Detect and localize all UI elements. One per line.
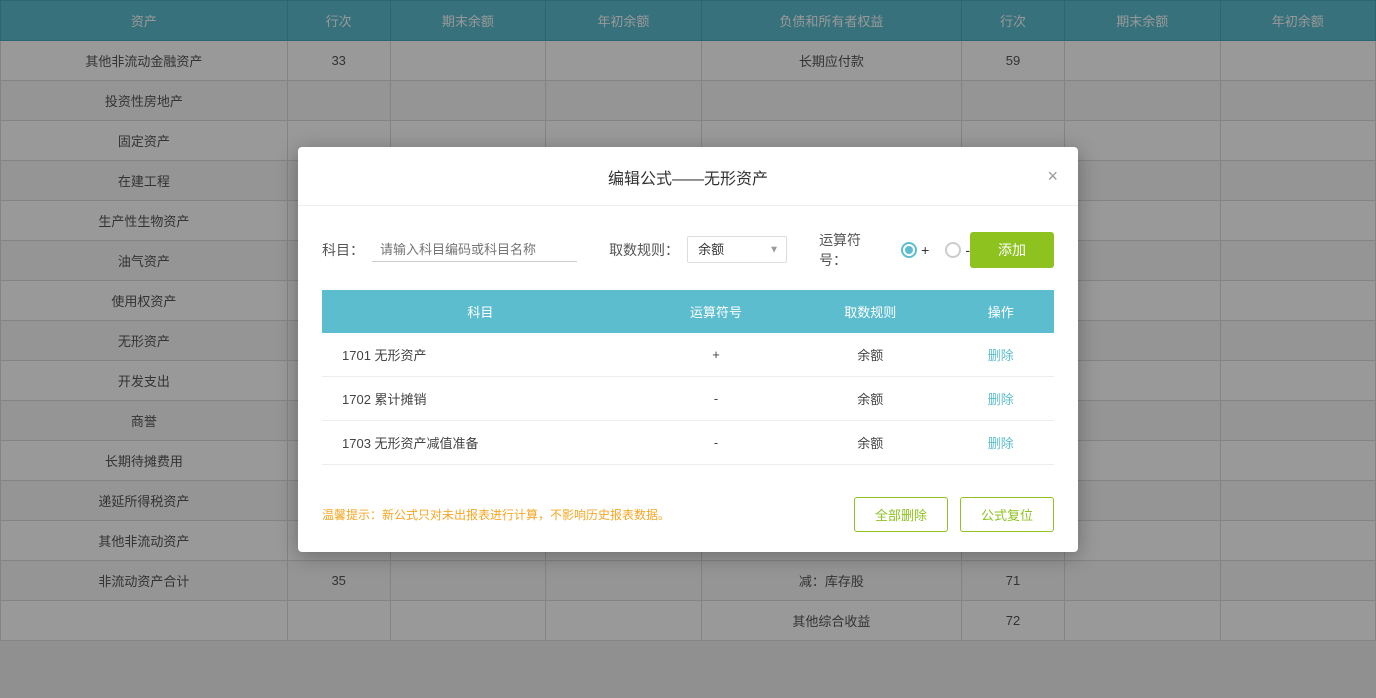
add-button[interactable]: 添加	[970, 232, 1054, 268]
modal-overlay: 编辑公式——无形资产 × 科目： 取数规则： 余额借方发生额贷方发生额借方余额贷…	[0, 0, 1376, 698]
rule-select[interactable]: 余额借方发生额贷方发生额借方余额贷方余额	[687, 236, 787, 263]
subject-input[interactable]	[372, 238, 577, 262]
formula-rule: 余额	[793, 376, 947, 420]
edit-formula-modal: 编辑公式——无形资产 × 科目： 取数规则： 余额借方发生额贷方发生额借方余额贷…	[298, 147, 1078, 552]
formula-action: 删除	[947, 376, 1054, 420]
table-row: 1703 无形资产减值准备-余额 删除	[322, 420, 1054, 464]
reset-formula-button[interactable]: 公式复位	[960, 497, 1054, 532]
table-row: 1701 无形资产+余额 删除	[322, 333, 1054, 377]
radio-minus-circle	[945, 242, 961, 258]
formula-operator: +	[639, 333, 793, 377]
footer-tip: 温馨提示：新公式只对未出报表进行计算，不影响历史报表数据。	[322, 506, 854, 523]
delete-all-button[interactable]: 全部删除	[854, 497, 948, 532]
radio-plus[interactable]: +	[901, 242, 929, 258]
modal-footer: 温馨提示：新公式只对未出报表进行计算，不影响历史报表数据。 全部删除 公式复位	[298, 481, 1078, 552]
formula-action: 删除	[947, 333, 1054, 377]
delete-row-button[interactable]: 删除	[988, 348, 1014, 363]
formula-table: 科目 运算符号 取数规则 操作 1701 无形资产+余额删除1702 累计摊销-…	[322, 290, 1054, 465]
th-action: 操作	[947, 290, 1054, 333]
radio-minus[interactable]: -	[945, 242, 970, 258]
formula-subject: 1703 无形资产减值准备	[322, 420, 639, 464]
th-subject: 科目	[322, 290, 639, 333]
th-operator: 运算符号	[639, 290, 793, 333]
subject-label: 科目：	[322, 240, 364, 260]
delete-row-button[interactable]: 删除	[988, 392, 1014, 407]
formula-rule: 余额	[793, 420, 947, 464]
delete-row-button[interactable]: 删除	[988, 436, 1014, 451]
modal-title: 编辑公式——无形资产	[608, 171, 768, 188]
formula-operator: -	[639, 420, 793, 464]
rule-section: 取数规则： 余额借方发生额贷方发生额借方余额贷方余额 ▼	[609, 236, 787, 263]
modal-close-button[interactable]: ×	[1043, 163, 1062, 189]
radio-plus-circle	[901, 242, 917, 258]
formula-rule: 余额	[793, 333, 947, 377]
formula-subject: 1702 累计摊销	[322, 376, 639, 420]
form-row: 科目： 取数规则： 余额借方发生额贷方发生额借方余额贷方余额 ▼ 运算符号： +	[322, 230, 1054, 270]
table-row: 1702 累计摊销-余额 删除	[322, 376, 1054, 420]
footer-actions: 全部删除 公式复位	[854, 497, 1054, 532]
rule-select-wrapper: 余额借方发生额贷方发生额借方余额贷方余额 ▼	[687, 236, 787, 263]
formula-operator: -	[639, 376, 793, 420]
formula-subject: 1701 无形资产	[322, 333, 639, 377]
table-header-row: 科目 运算符号 取数规则 操作	[322, 290, 1054, 333]
radio-plus-label: +	[921, 242, 929, 258]
modal-body: 科目： 取数规则： 余额借方发生额贷方发生额借方余额贷方余额 ▼ 运算符号： +	[298, 206, 1078, 481]
th-rule: 取数规则	[793, 290, 947, 333]
operator-group: 运算符号： + -	[819, 230, 970, 270]
formula-action: 删除	[947, 420, 1054, 464]
modal-header: 编辑公式——无形资产 ×	[298, 147, 1078, 206]
operator-label: 运算符号：	[819, 230, 877, 270]
rule-label: 取数规则：	[609, 240, 679, 260]
